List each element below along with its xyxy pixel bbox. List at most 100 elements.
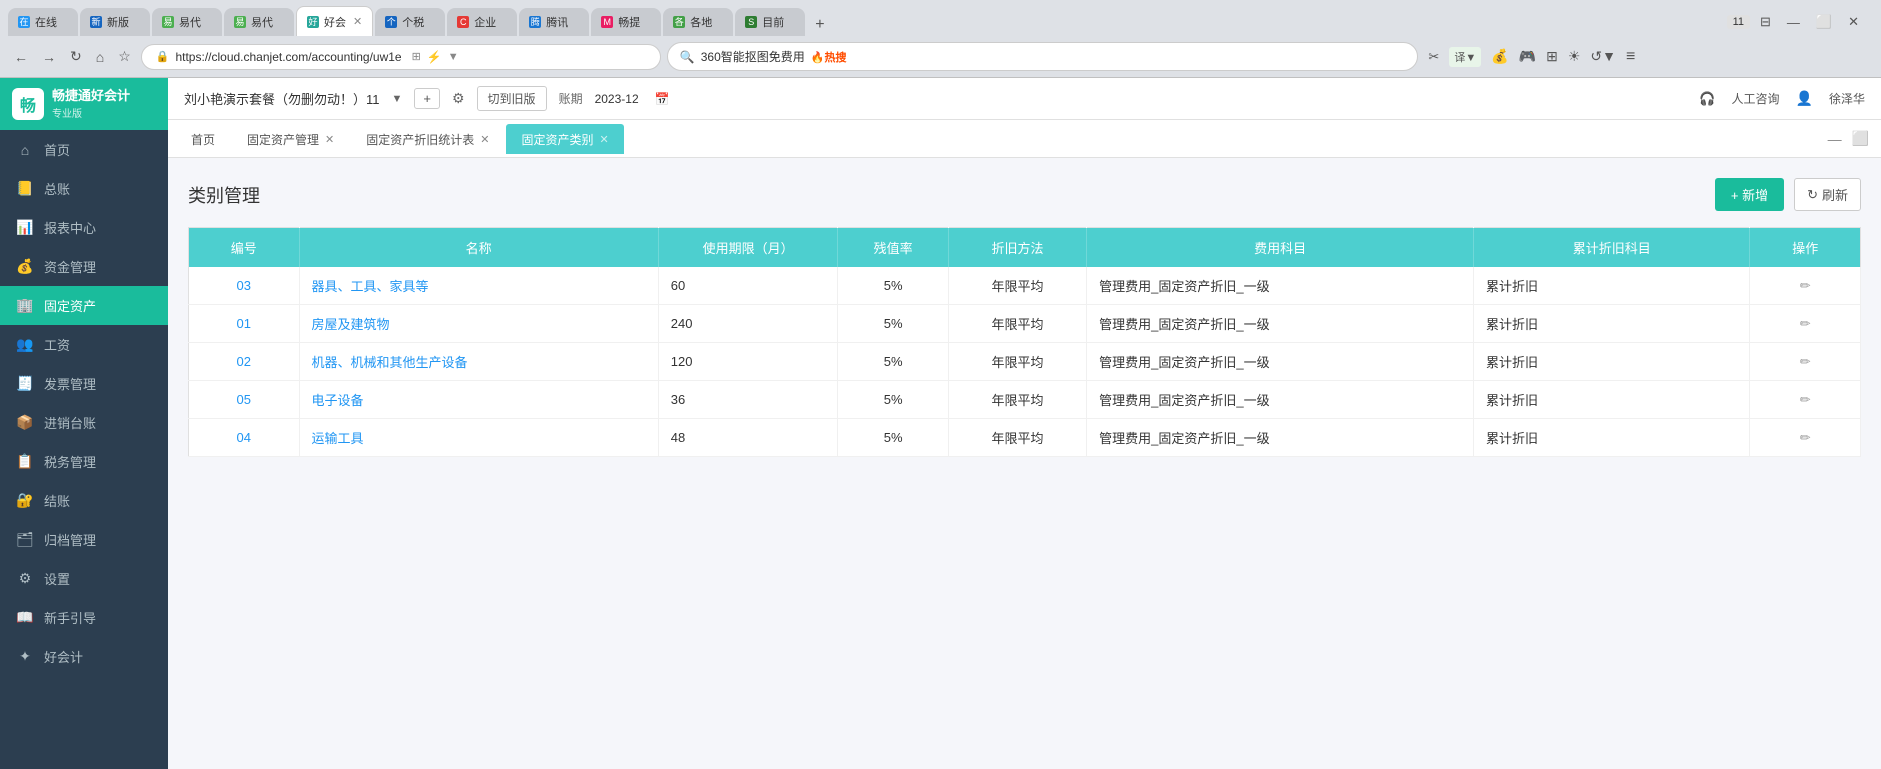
window-restore-icon[interactable]: ⊟: [1754, 12, 1777, 32]
top-bar: 刘小艳演示套餐（勿删勿动！）11 ▼ + ⚙ 切到旧版 账期 2023-12 📅…: [168, 78, 1881, 120]
edit-icon[interactable]: ✏: [1800, 278, 1811, 293]
bookmark-button[interactable]: ☆: [114, 44, 135, 69]
sidebar-item-salary[interactable]: 👥 工资: [0, 325, 168, 364]
window-minimize-icon[interactable]: —: [1781, 13, 1806, 32]
sidebar-label-purchases: 进销台账: [44, 413, 96, 432]
cell-code: 02: [189, 343, 300, 381]
url-bar[interactable]: 🔒 https://cloud.chanjet.com/accounting/u…: [141, 44, 661, 70]
tab-fixed-asset-mgmt-close[interactable]: ✕: [325, 133, 334, 146]
new-tab-button[interactable]: +: [807, 16, 832, 34]
search-bar[interactable]: 🔍 360智能抠图免费用 🔥热搜: [667, 42, 1419, 71]
sidebar-item-home[interactable]: ⌂ 首页: [0, 130, 168, 169]
wallet-icon[interactable]: 💰: [1491, 48, 1508, 65]
grid-icon[interactable]: ⊞: [1546, 48, 1558, 65]
sidebar-item-tax[interactable]: 📋 税务管理: [0, 442, 168, 481]
browser-tab-changtiao[interactable]: M 畅提: [591, 8, 661, 36]
game-icon[interactable]: 🎮: [1519, 48, 1536, 65]
add-button[interactable]: + 新增: [1715, 178, 1784, 211]
add-account-button[interactable]: +: [414, 88, 440, 109]
menu-icon[interactable]: ≡: [1626, 48, 1635, 66]
sidebar-item-invoice[interactable]: 🧾 发票管理: [0, 364, 168, 403]
window-maximize-icon[interactable]: ⬜: [1810, 12, 1838, 32]
settings-gear-icon[interactable]: ⚙: [452, 90, 465, 107]
cell-edit[interactable]: ✏: [1750, 381, 1861, 419]
reload-button[interactable]: ↻: [66, 44, 86, 69]
cell-method: 年限平均: [948, 381, 1086, 419]
window-close-icon[interactable]: ✕: [1842, 12, 1865, 32]
tab-depreciation-table-close[interactable]: ✕: [480, 133, 489, 146]
back-button[interactable]: ←: [10, 45, 32, 69]
url-text: https://cloud.chanjet.com/accounting/uw1…: [175, 50, 401, 64]
salary-icon: 👥: [16, 336, 34, 353]
lightning-icon[interactable]: ⚡: [427, 50, 442, 64]
calendar-icon[interactable]: 📅: [655, 92, 670, 106]
tab-asset-category[interactable]: 固定资产类别 ✕: [506, 124, 623, 154]
cell-residual: 5%: [838, 419, 949, 457]
user-name[interactable]: 徐泽华: [1829, 90, 1865, 107]
sidebar-item-purchases[interactable]: 📦 进销台账: [0, 403, 168, 442]
col-header-accumulated: 累计折旧科目: [1474, 228, 1750, 268]
home-button[interactable]: ⌂: [92, 45, 108, 69]
undo-icon[interactable]: ↺▼: [1590, 48, 1616, 65]
browser-tab-tax[interactable]: 个 个税: [375, 8, 445, 36]
sidebar-label-salary: 工资: [44, 335, 70, 354]
cell-edit[interactable]: ✏: [1750, 419, 1861, 457]
sidebar-item-archive[interactable]: 🗂 归档管理: [0, 520, 168, 559]
tab-asset-category-close[interactable]: ✕: [600, 133, 609, 146]
edit-icon[interactable]: ✏: [1800, 392, 1811, 407]
forward-button[interactable]: →: [38, 45, 60, 69]
cell-edit[interactable]: ✏: [1750, 343, 1861, 381]
switch-version-button[interactable]: 切到旧版: [477, 86, 547, 111]
browser-tab-muqian[interactable]: S 目前: [735, 8, 805, 36]
table-row: 01 房屋及建筑物 240 5% 年限平均 管理费用_固定资产折旧_一级 累计折…: [189, 305, 1861, 343]
site-info-icon[interactable]: ⊞: [412, 50, 421, 63]
scissors-icon[interactable]: ✂: [1428, 49, 1439, 65]
sidebar-item-ledger[interactable]: 📒 总账: [0, 169, 168, 208]
tab-window-maximize-icon[interactable]: ⬜: [1852, 130, 1869, 147]
translate-icon[interactable]: 译▼: [1449, 47, 1481, 67]
sidebar-item-fixed-assets[interactable]: 🏢 固定资产: [0, 286, 168, 325]
cell-residual: 5%: [838, 305, 949, 343]
browser-tab-close[interactable]: ✕: [353, 15, 362, 28]
sidebar-logo-icon: 畅: [12, 88, 44, 120]
cell-code: 05: [189, 381, 300, 419]
dropdown-arrow-icon[interactable]: ▼: [392, 93, 403, 105]
sidebar-item-guide[interactable]: 📖 新手引导: [0, 598, 168, 637]
sidebar-label-haokuai: 好会计: [44, 647, 83, 666]
browser-tab-new[interactable]: 新 新版: [80, 8, 150, 36]
sidebar-item-funds[interactable]: 💰 资金管理: [0, 247, 168, 286]
cell-accumulated: 累计折旧: [1474, 305, 1750, 343]
sidebar-item-haokuai[interactable]: ✦ 好会计: [0, 637, 168, 676]
browser-tab-online[interactable]: 在 在线: [8, 8, 78, 36]
browser-tab-yidai2[interactable]: 易 易代: [224, 8, 294, 36]
cell-months: 60: [658, 267, 838, 305]
refresh-button[interactable]: ↻ 刷新: [1794, 178, 1861, 211]
edit-icon[interactable]: ✏: [1800, 316, 1811, 331]
tab-fixed-asset-mgmt[interactable]: 固定资产管理 ✕: [232, 124, 349, 154]
browser-tab-tencent[interactable]: 腾 腾讯: [519, 8, 589, 36]
sidebar-label-fixed-assets: 固定资产: [44, 296, 96, 315]
tab-window-minimize-icon[interactable]: —: [1828, 131, 1842, 147]
tab-depreciation-table[interactable]: 固定资产折旧统计表 ✕: [351, 124, 504, 154]
browser-tab-gedi[interactable]: 各 各地: [663, 8, 733, 36]
cell-edit[interactable]: ✏: [1750, 267, 1861, 305]
refresh-icon: ↻: [1807, 187, 1818, 203]
sidebar-item-reports[interactable]: 📊 报表中心: [0, 208, 168, 247]
sidebar-item-settings[interactable]: ⚙ 设置: [0, 559, 168, 598]
browser-tab-yidai1[interactable]: 易 易代: [152, 8, 222, 36]
cell-months: 120: [658, 343, 838, 381]
browser-tab-haohui-active[interactable]: 好 好会 ✕: [296, 6, 373, 36]
edit-icon[interactable]: ✏: [1800, 354, 1811, 369]
edit-icon[interactable]: ✏: [1800, 430, 1811, 445]
cell-name: 电子设备: [299, 381, 658, 419]
browser-tab-enterprise[interactable]: C 企业: [447, 8, 517, 36]
sun-icon[interactable]: ☀: [1568, 48, 1581, 65]
help-label[interactable]: 人工咨询: [1732, 90, 1780, 107]
cell-edit[interactable]: ✏: [1750, 305, 1861, 343]
cell-accumulated: 累计折旧: [1474, 267, 1750, 305]
sidebar-item-checkout[interactable]: 🔐 结账: [0, 481, 168, 520]
page-title: 类别管理: [188, 182, 260, 208]
col-header-months: 使用期限（月）: [658, 228, 838, 268]
tab-home[interactable]: 首页: [176, 124, 230, 154]
url-dropdown-icon[interactable]: ▼: [448, 51, 459, 63]
